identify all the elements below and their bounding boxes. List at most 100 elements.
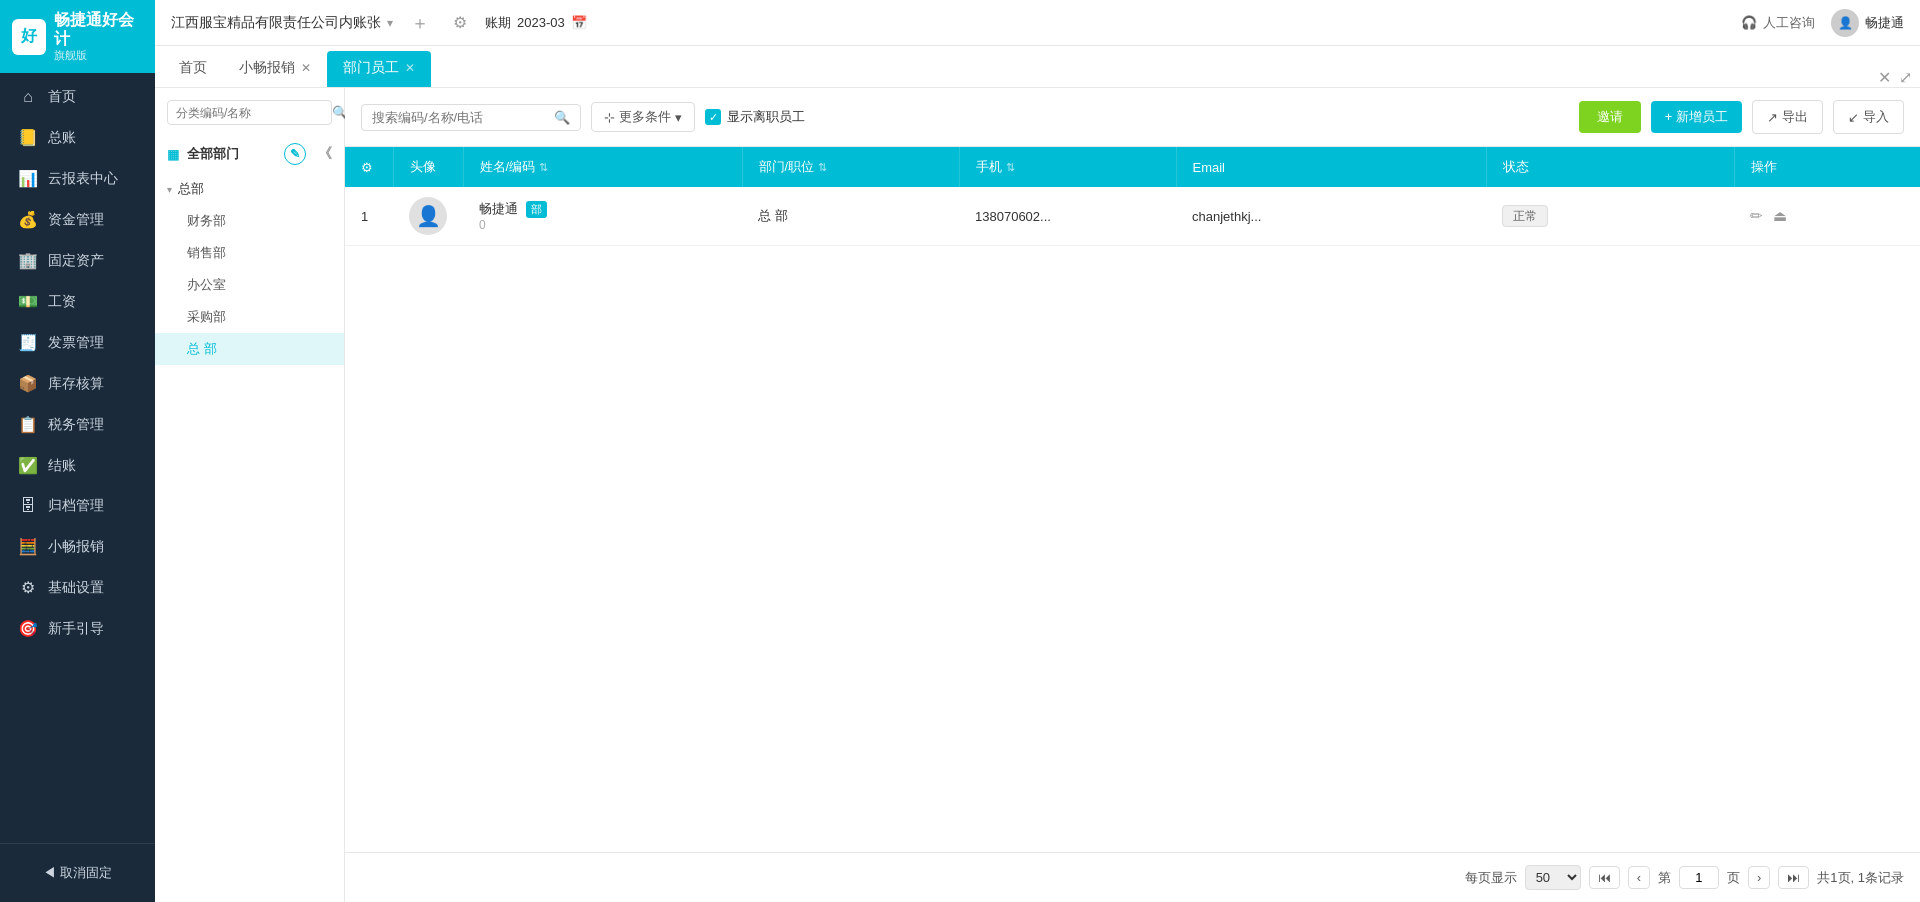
sidebar-item-label: 资金管理	[48, 211, 104, 229]
tab-home[interactable]: 首页	[163, 51, 223, 87]
prev-page-button[interactable]: ‹	[1628, 866, 1650, 889]
sidebar-logo: 好 畅捷通好会计 旗舰版	[0, 0, 155, 73]
employee-toolbar: 🔍 ⊹ 更多条件 ▾ ✓ 显示离职员工 邀请 + 新增员工	[345, 88, 1920, 147]
sidebar-item-closing[interactable]: ✅ 结账	[0, 445, 155, 486]
filter-arrow-icon: ▾	[675, 110, 682, 125]
sidebar-item-assets[interactable]: 🏢 固定资产	[0, 240, 155, 281]
sidebar: 好 畅捷通好会计 旗舰版 ⌂ 首页 📒 总账 📊 云报表中心 💰 资金管理 🏢 …	[0, 0, 155, 902]
dept-child-label: 采购部	[187, 309, 226, 324]
sort-name-icon: ⇅	[539, 161, 548, 173]
col-phone[interactable]: 手机⇅	[959, 147, 1176, 187]
sidebar-item-archive[interactable]: 🗄 归档管理	[0, 486, 155, 526]
company-selector[interactable]: 江西服宝精品有限责任公司内账张 ▾	[171, 14, 393, 32]
import-button[interactable]: ↙ 导入	[1833, 100, 1904, 134]
pagination: 每页显示 50 100 200 ⏮ ‹ 第 页 › ⏭ 共1页, 1条记录	[345, 852, 1920, 902]
sidebar-item-guide[interactable]: 🎯 新手引导	[0, 608, 155, 649]
employee-dept-badge: 部	[526, 201, 547, 218]
dept-child-general[interactable]: 总 部	[155, 333, 344, 365]
sidebar-item-home[interactable]: ⌂ 首页	[0, 77, 155, 117]
filter-button[interactable]: ⊹ 更多条件 ▾	[591, 102, 695, 132]
logout-employee-button[interactable]: ⏏	[1773, 207, 1787, 225]
dept-child-label: 办公室	[187, 277, 226, 292]
row-phone: 138070602...	[959, 187, 1176, 246]
dept-search-box[interactable]: 🔍	[167, 100, 332, 125]
add-employee-button[interactable]: + 新增员工	[1651, 101, 1742, 133]
per-page-label: 每页显示	[1465, 869, 1517, 887]
period-label: 账期	[485, 14, 511, 32]
topbar: 江西服宝精品有限责任公司内账张 ▾ ＋ ⚙ 账期 2023-03 📅 🎧 人工咨…	[155, 0, 1920, 46]
per-page-select[interactable]: 50 100 200	[1525, 865, 1581, 890]
row-avatar: 👤	[393, 187, 463, 246]
sidebar-item-label: 首页	[48, 88, 76, 106]
dept-parent-zongbu[interactable]: ▾ 总部	[155, 173, 344, 205]
resigned-label: 显示离职员工	[727, 108, 805, 126]
add-company-button[interactable]: ＋	[405, 11, 435, 35]
tab-expense[interactable]: 小畅报销 ✕	[223, 51, 327, 87]
employee-search-box[interactable]: 🔍	[361, 104, 581, 131]
user-name: 畅捷通	[1865, 14, 1904, 32]
sidebar-item-label: 归档管理	[48, 497, 104, 515]
tab-close-all-button[interactable]: ✕	[1878, 68, 1891, 87]
sidebar-item-tax[interactable]: 📋 税务管理	[0, 404, 155, 445]
page-number-input[interactable]	[1679, 866, 1719, 889]
company-dropdown-icon: ▾	[387, 16, 393, 30]
service-button[interactable]: 🎧 人工咨询	[1741, 14, 1815, 32]
employee-search-input[interactable]	[372, 110, 548, 125]
sidebar-item-invoice[interactable]: 🧾 发票管理	[0, 322, 155, 363]
col-dept[interactable]: 部门/职位⇅	[742, 147, 959, 187]
logo-icon: 好	[12, 19, 46, 55]
sidebar-item-expense[interactable]: 🧮 小畅报销	[0, 526, 155, 567]
tab-home-label: 首页	[179, 59, 207, 77]
dept-child-office[interactable]: 办公室	[155, 269, 344, 301]
tab-expense-close[interactable]: ✕	[301, 61, 311, 75]
tab-dept[interactable]: 部门员工 ✕	[327, 51, 431, 87]
next-page-button[interactable]: ›	[1748, 866, 1770, 889]
payroll-icon: 💵	[18, 292, 38, 311]
sidebar-item-label: 结账	[48, 457, 76, 475]
settings-icon: ⚙	[18, 578, 38, 597]
employee-panel: 🔍 ⊹ 更多条件 ▾ ✓ 显示离职员工 邀请 + 新增员工	[345, 88, 1920, 902]
sidebar-item-settings[interactable]: ⚙ 基础设置	[0, 567, 155, 608]
user-menu[interactable]: 👤 畅捷通	[1831, 9, 1904, 37]
resigned-checkbox[interactable]: ✓	[705, 109, 721, 125]
calendar-icon[interactable]: 📅	[571, 15, 587, 30]
col-name[interactable]: 姓名/编码⇅	[463, 147, 742, 187]
dept-child-finance[interactable]: 财务部	[155, 205, 344, 237]
row-status: 正常	[1486, 187, 1734, 246]
sidebar-nav: ⌂ 首页 📒 总账 📊 云报表中心 💰 资金管理 🏢 固定资产 💵 工资 🧾 发…	[0, 73, 155, 843]
first-page-button[interactable]: ⏮	[1589, 866, 1620, 889]
dept-edit-button[interactable]: ✎	[284, 143, 306, 165]
sidebar-item-inventory[interactable]: 📦 库存核算	[0, 363, 155, 404]
cancel-pin-label: ◀ 取消固定	[43, 864, 112, 882]
dept-arrow-icon: ▾	[167, 184, 172, 195]
tab-expand-button[interactable]: ⤢	[1899, 68, 1912, 87]
dept-child-purchase[interactable]: 采购部	[155, 301, 344, 333]
export-button[interactable]: ↗ 导出	[1752, 100, 1823, 134]
sidebar-item-ledger[interactable]: 📒 总账	[0, 117, 155, 158]
col-settings[interactable]: ⚙	[345, 147, 393, 187]
last-page-button[interactable]: ⏭	[1778, 866, 1809, 889]
dept-panel: 🔍 ▦ 全部部门 ✎ 《 ▾ 总部 财务部 销售部	[155, 88, 345, 902]
show-resigned-toggle[interactable]: ✓ 显示离职员工	[705, 108, 805, 126]
period-value[interactable]: 2023-03	[517, 15, 565, 30]
sidebar-item-funds[interactable]: 💰 资金管理	[0, 199, 155, 240]
all-dept-item[interactable]: ▦ 全部部门 ✎ 《	[155, 135, 344, 173]
topbar-settings-icon[interactable]: ⚙	[447, 13, 473, 32]
sidebar-item-reports[interactable]: 📊 云报表中心	[0, 158, 155, 199]
employee-code: 0	[479, 218, 726, 232]
edit-employee-button[interactable]: ✏	[1750, 207, 1763, 225]
closing-icon: ✅	[18, 456, 38, 475]
tab-dept-close[interactable]: ✕	[405, 61, 415, 75]
logo-title: 畅捷通好会计	[54, 10, 143, 48]
assets-icon: 🏢	[18, 251, 38, 270]
cancel-pin-button[interactable]: ◀ 取消固定	[0, 856, 155, 890]
sort-dept-icon: ⇅	[818, 161, 827, 173]
dept-collapse-icon[interactable]: 《	[318, 145, 332, 163]
dept-child-sales[interactable]: 销售部	[155, 237, 344, 269]
invite-button[interactable]: 邀请	[1579, 101, 1641, 133]
sidebar-item-payroll[interactable]: 💵 工资	[0, 281, 155, 322]
invite-label: 邀请	[1597, 109, 1623, 124]
dept-search-input[interactable]	[176, 106, 326, 120]
tab-expense-label: 小畅报销	[239, 59, 295, 77]
guide-icon: 🎯	[18, 619, 38, 638]
